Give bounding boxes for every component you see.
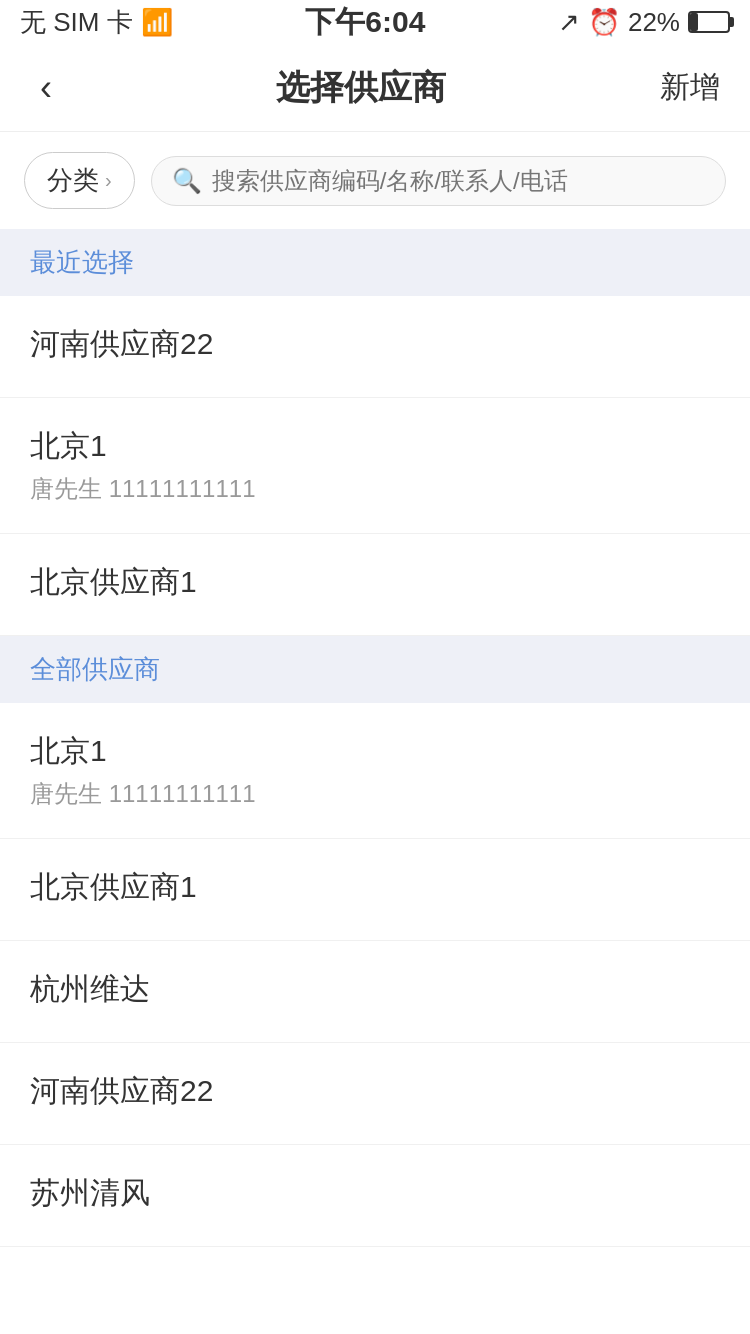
list-item[interactable]: 河南供应商22: [0, 296, 750, 398]
item-name: 河南供应商22: [30, 324, 720, 365]
wifi-icon: 📶: [141, 7, 173, 38]
list-item[interactable]: 北京供应商1: [0, 534, 750, 636]
location-icon: ↗: [558, 7, 580, 38]
section-header-all: 全部供应商: [0, 636, 750, 703]
battery-percent: 22%: [628, 7, 680, 38]
search-box: 🔍: [151, 156, 726, 206]
list-item[interactable]: 北京1 唐先生 11111111111: [0, 398, 750, 534]
item-name: 北京1: [30, 731, 720, 772]
search-icon: 🔍: [172, 167, 202, 195]
item-name: 苏州清风: [30, 1173, 720, 1214]
nav-bar: ‹ 选择供应商 新增: [0, 44, 750, 132]
item-name: 杭州维达: [30, 969, 720, 1010]
status-bar: 无 SIM 卡 📶 下午6:04 ↗ ⏰ 22%: [0, 0, 750, 44]
alarm-icon: ⏰: [588, 7, 620, 38]
list-item[interactable]: 河南供应商22: [0, 1043, 750, 1145]
chevron-right-icon: ›: [105, 169, 112, 192]
battery-icon: [688, 11, 730, 33]
status-left: 无 SIM 卡 📶: [20, 5, 173, 40]
supplier-list: 最近选择河南供应商22 北京1 唐先生 11111111111 北京供应商1 全部供应商…: [0, 229, 750, 1247]
item-detail: 唐先生 11111111111: [30, 778, 720, 810]
status-time: 下午6:04: [305, 2, 425, 43]
category-label: 分类: [47, 163, 99, 198]
item-name: 北京1: [30, 426, 720, 467]
status-right: ↗ ⏰ 22%: [558, 7, 730, 38]
item-detail: 唐先生 11111111111: [30, 473, 720, 505]
section-header-recent: 最近选择: [0, 229, 750, 296]
item-name: 北京供应商1: [30, 562, 720, 603]
list-item[interactable]: 北京1 唐先生 11111111111: [0, 703, 750, 839]
back-button[interactable]: ‹: [30, 57, 62, 119]
item-name: 河南供应商22: [30, 1071, 720, 1112]
sim-status: 无 SIM 卡: [20, 5, 133, 40]
filter-bar: 分类 › 🔍: [0, 132, 750, 229]
new-supplier-button[interactable]: 新增: [660, 67, 720, 108]
list-item[interactable]: 杭州维达: [0, 941, 750, 1043]
category-button[interactable]: 分类 ›: [24, 152, 135, 209]
page-title: 选择供应商: [276, 65, 446, 111]
list-item[interactable]: 苏州清风: [0, 1145, 750, 1247]
search-input[interactable]: [212, 167, 705, 195]
item-name: 北京供应商1: [30, 867, 720, 908]
list-item[interactable]: 北京供应商1: [0, 839, 750, 941]
